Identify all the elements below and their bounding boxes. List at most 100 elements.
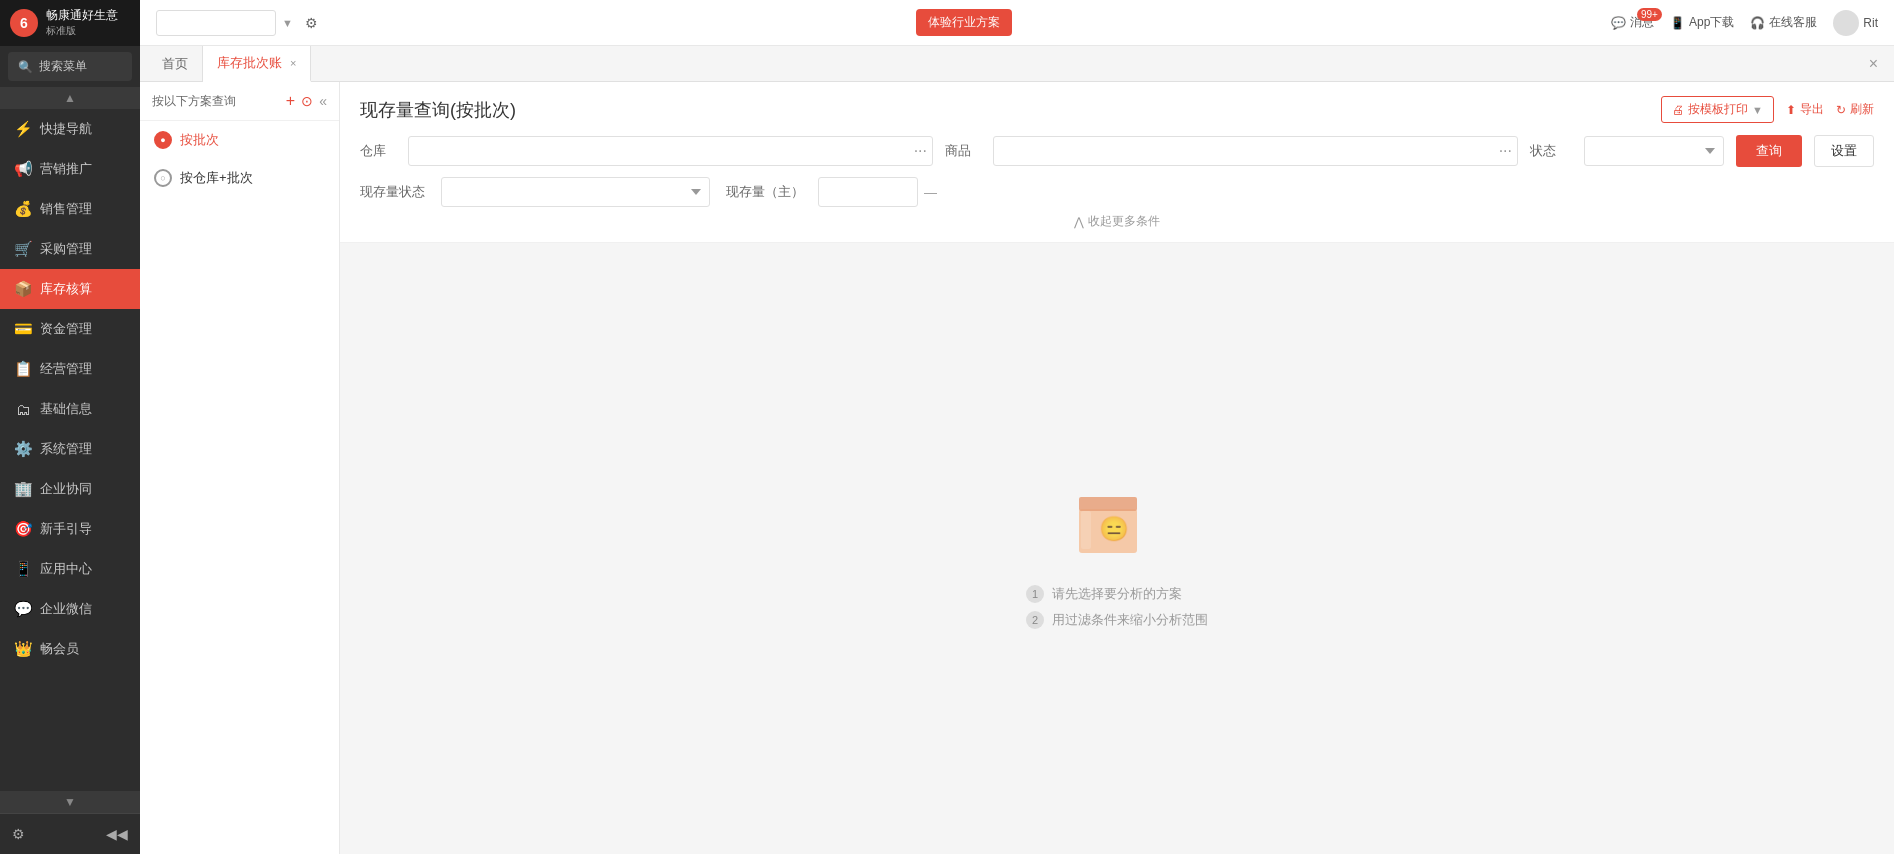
- print-dropdown-icon[interactable]: ▼: [1752, 104, 1763, 116]
- sidebar-logo: 6: [10, 9, 38, 37]
- page-title: 现存量查询(按批次): [360, 98, 516, 122]
- chevron-up-icon: ⋀: [1074, 215, 1084, 229]
- content-area: 按以下方案查询 + ⊙ « ● 按批次 ○ 按仓库+批次 现存量查询(按批次): [140, 82, 1894, 854]
- query-button[interactable]: 查询: [1736, 135, 1802, 167]
- empty-svg: 😑: [1067, 469, 1157, 559]
- filter-scheme-by-warehouse-batch[interactable]: ○ 按仓库+批次: [140, 159, 339, 197]
- refresh-button[interactable]: ↻ 刷新: [1836, 101, 1874, 118]
- message-badge: 99+: [1637, 8, 1662, 21]
- sidebar-item-label: 资金管理: [40, 320, 92, 338]
- search-icon: 🔍: [18, 60, 33, 74]
- inventory-status-select[interactable]: [441, 177, 710, 207]
- sidebar-item-basic[interactable]: 🗂 基础信息: [0, 389, 140, 429]
- sidebar-item-system[interactable]: ⚙️ 系统管理: [0, 429, 140, 469]
- sidebar-header: 6 畅康通好生意 标准版: [0, 0, 140, 46]
- sidebar-item-vip[interactable]: 👑 畅会员: [0, 629, 140, 669]
- warehouse-input-wrap: ···: [408, 136, 933, 166]
- sidebar-footer: ⚙ ◀◀: [0, 813, 140, 854]
- topbar-search-area: ▼: [156, 10, 293, 36]
- topbar-gear-icon[interactable]: ⚙: [305, 15, 318, 31]
- sidebar-settings-btn[interactable]: ⚙: [8, 822, 29, 846]
- product-input-wrap: ···: [993, 136, 1518, 166]
- sidebar-item-enterprise[interactable]: 🏢 企业协同: [0, 469, 140, 509]
- range-dash-icon: —: [924, 185, 937, 200]
- filter-panel-title: 按以下方案查询: [152, 93, 236, 110]
- sidebar-item-newbie[interactable]: 🎯 新手引导: [0, 509, 140, 549]
- basic-icon: 🗂: [14, 400, 32, 418]
- topbar-search-input[interactable]: [156, 10, 276, 36]
- sidebar-item-enterprise-wechat[interactable]: 💬 企业微信: [0, 589, 140, 629]
- refresh-label: 刷新: [1850, 101, 1874, 118]
- settings-button[interactable]: 设置: [1814, 135, 1874, 167]
- main-content: ▼ ⚙ 体验行业方案 💬 消息 99+ 📱 App下载 🎧 在线客服 Rit: [140, 0, 1894, 854]
- tab-close-icon[interactable]: ×: [290, 57, 296, 69]
- print-button[interactable]: 🖨 按模板打印 ▼: [1661, 96, 1774, 123]
- tip-text-2: 用过滤条件来缩小分析范围: [1052, 611, 1208, 629]
- filter-row-1: 仓库 ··· 商品 ··· 状态: [360, 135, 1874, 167]
- sidebar-item-finance[interactable]: 💳 资金管理: [0, 309, 140, 349]
- tab-home[interactable]: 首页: [148, 46, 203, 82]
- sidebar-item-sales[interactable]: 💰 销售管理: [0, 189, 140, 229]
- tab-inventory-batch-label: 库存批次账: [217, 54, 282, 72]
- sidebar-item-operation[interactable]: 📋 经营管理: [0, 349, 140, 389]
- filter-scheme-by-batch[interactable]: ● 按批次: [140, 121, 339, 159]
- app-download-icon: 📱: [1670, 16, 1685, 30]
- app-download-item[interactable]: 📱 App下载: [1670, 14, 1734, 31]
- export-button[interactable]: ⬆ 导出: [1786, 101, 1824, 118]
- warehouse-input[interactable]: [408, 136, 933, 166]
- sidebar-nav: ⚡ 快捷导航 📢 营销推广 💰 销售管理 🛒 采购管理 📦 库存核算 💳 资金管…: [0, 109, 140, 791]
- product-input[interactable]: [993, 136, 1518, 166]
- sidebar-item-purchase[interactable]: 🛒 采购管理: [0, 229, 140, 269]
- inventory-status-wrap: 现存量状态: [360, 177, 710, 207]
- sidebar-item-app-center[interactable]: 📱 应用中心: [0, 549, 140, 589]
- query-title-row: 现存量查询(按批次) 🖨 按模板打印 ▼ ⬆ 导出 ↻: [360, 96, 1874, 123]
- enterprise-wechat-icon: 💬: [14, 600, 32, 618]
- topbar-left: ▼ ⚙: [156, 10, 318, 36]
- warehouse-filter-group: 仓库 ···: [360, 136, 933, 166]
- operation-icon: 📋: [14, 360, 32, 378]
- filter-gear-icon[interactable]: ⊙: [301, 93, 313, 109]
- system-icon: ⚙️: [14, 440, 32, 458]
- message-item[interactable]: 💬 消息 99+: [1611, 14, 1654, 31]
- svg-rect-3: [1081, 511, 1091, 549]
- user-item[interactable]: Rit: [1833, 10, 1878, 36]
- status-select[interactable]: [1584, 136, 1724, 166]
- panel-close-button[interactable]: ×: [1861, 55, 1886, 73]
- filter-panel-actions: + ⊙ «: [286, 92, 327, 110]
- print-label: 按模板打印: [1688, 101, 1748, 118]
- topbar: ▼ ⚙ 体验行业方案 💬 消息 99+ 📱 App下载 🎧 在线客服 Rit: [140, 0, 1894, 46]
- product-dots[interactable]: ···: [1499, 142, 1512, 160]
- sidebar-scroll-up[interactable]: ▲: [0, 87, 140, 109]
- filter-panel-header: 按以下方案查询 + ⊙ «: [140, 82, 339, 121]
- sidebar-search-label: 搜索菜单: [39, 58, 87, 75]
- sidebar-item-label: 快捷导航: [40, 120, 92, 138]
- filter-add-button[interactable]: +: [286, 92, 295, 110]
- sidebar-item-marketing[interactable]: 📢 营销推广: [0, 149, 140, 189]
- sidebar-scroll-down[interactable]: ▼: [0, 791, 140, 813]
- online-service-item[interactable]: 🎧 在线客服: [1750, 14, 1817, 31]
- inventory-range-start[interactable]: [818, 177, 918, 207]
- tip-num-2: 2: [1026, 611, 1044, 629]
- sidebar-search[interactable]: 🔍 搜索菜单: [8, 52, 132, 81]
- trial-button[interactable]: 体验行业方案: [916, 9, 1012, 36]
- filter-scheme2-label: 按仓库+批次: [180, 169, 253, 187]
- tip-num-1: 1: [1026, 585, 1044, 603]
- sidebar-item-inventory[interactable]: 📦 库存核算: [0, 269, 140, 309]
- export-label: 导出: [1800, 101, 1824, 118]
- sidebar-item-label: 经营管理: [40, 360, 92, 378]
- newbie-icon: 🎯: [14, 520, 32, 538]
- sidebar-item-label: 畅会员: [40, 640, 79, 658]
- tab-inventory-batch[interactable]: 库存批次账 ×: [203, 46, 311, 82]
- topbar-search-dropdown-icon[interactable]: ▼: [282, 17, 293, 29]
- vip-icon: 👑: [14, 640, 32, 658]
- purchase-icon: 🛒: [14, 240, 32, 258]
- finance-icon: 💳: [14, 320, 32, 338]
- collapse-more-btn[interactable]: ⋀ 收起更多条件: [360, 207, 1874, 232]
- filter-collapse-icon[interactable]: «: [319, 93, 327, 109]
- filter-row-2: 现存量状态 现存量（主） —: [360, 177, 1874, 207]
- empty-illustration: 😑: [1067, 469, 1167, 569]
- sidebar-item-quick-nav[interactable]: ⚡ 快捷导航: [0, 109, 140, 149]
- sidebar-collapse-btn[interactable]: ◀◀: [102, 822, 132, 846]
- warehouse-dots[interactable]: ···: [914, 142, 927, 160]
- enterprise-icon: 🏢: [14, 480, 32, 498]
